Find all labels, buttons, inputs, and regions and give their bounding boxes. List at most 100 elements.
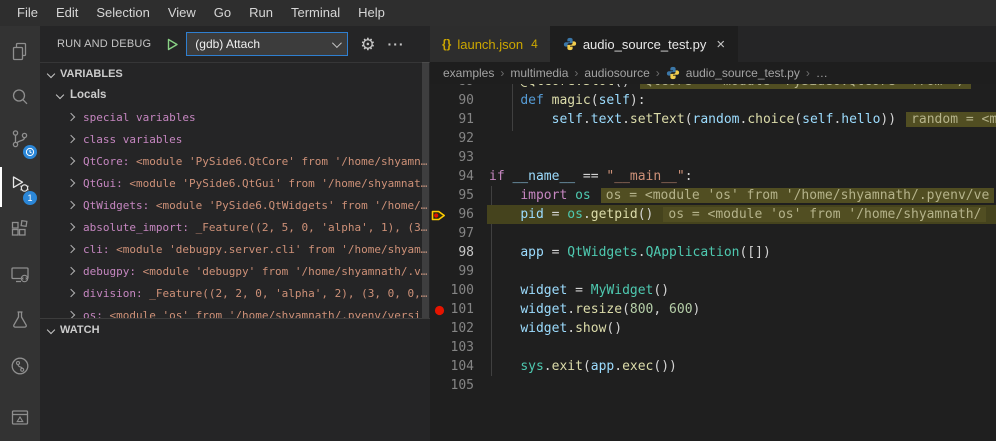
code-line-105: 105: [430, 376, 996, 395]
panel-warning-button[interactable]: [0, 400, 40, 440]
gear-icon[interactable]: ⚙: [360, 36, 375, 53]
code-text[interactable]: pid = os.getpid() os = <module 'os' from …: [487, 205, 996, 224]
code-text[interactable]: if __name__ == "__main__":: [487, 167, 996, 186]
circle-branch-button[interactable]: [0, 348, 40, 388]
code-text[interactable]: app = QtWidgets.QApplication([]): [487, 243, 996, 262]
line-number: 90: [458, 93, 474, 108]
explorer-button[interactable]: [0, 34, 40, 74]
breadcrumb: examples › multimedia › audiosource › audio_so…: [430, 62, 996, 84]
close-icon[interactable]: ×: [716, 36, 725, 53]
code-line-104: 104 sys.exit(app.exec()): [430, 357, 996, 376]
code-text[interactable]: import os os = <module 'os' from '/home/s…: [487, 186, 996, 205]
code-line-97: 97: [430, 224, 996, 243]
start-debugging-icon[interactable]: [165, 37, 180, 52]
line-number: 99: [458, 264, 474, 279]
code-line-103: 103: [430, 338, 996, 357]
remote-explorer-icon: [8, 263, 32, 292]
json-icon: {}: [442, 37, 452, 51]
variable-row[interactable]: class variables: [40, 128, 430, 150]
breadcrumb-item[interactable]: audio_source_test.py: [684, 66, 802, 80]
code-editor[interactable]: 89 @QtCore.Slot()QtCore = <module 'PySid…: [430, 72, 996, 395]
chevron-right-icon: [66, 266, 76, 276]
breakpoint-icon[interactable]: [431, 302, 447, 318]
variable-row[interactable]: QtWidgets: <module 'PySide6.QtWidgets' f…: [40, 194, 430, 216]
variable-row[interactable]: debugpy: <module 'debugpy' from '/home/s…: [40, 260, 430, 282]
variable-row[interactable]: absolute_import: _Feature((2, 5, 0, 'alp…: [40, 216, 430, 238]
code-line-96: 96 pid = os.getpid() os = <module 'os' fr…: [430, 205, 996, 224]
variable-group-label: special variables: [83, 110, 196, 124]
variable-row[interactable]: os: <module 'os' from '/home/shyamnath/.…: [40, 304, 430, 318]
menu-item-selection[interactable]: Selection: [87, 0, 158, 26]
chevron-down-icon: [55, 90, 65, 100]
variable-value: <module 'PySide6.QtCore' from '/home/shy…: [135, 154, 428, 168]
chevron-right-icon: [66, 244, 76, 254]
variable-row[interactable]: cli: <module 'debugpy.server.cli' from '…: [40, 238, 430, 260]
extensions-icon: [8, 218, 32, 247]
source-control-button[interactable]: [0, 121, 40, 161]
variable-name: QtWidgets:: [83, 198, 150, 212]
debug-config-dropdown[interactable]: (gdb) Attach: [186, 32, 349, 56]
python-icon: [666, 66, 680, 80]
code-line-90: 90 def magic(self):: [430, 91, 996, 110]
code-text[interactable]: widget.resize(800, 600): [487, 300, 996, 319]
sidebar-header: RUN AND DEBUG (gdb) Attach ⚙ ···: [40, 26, 430, 62]
breadcrumb-item[interactable]: examples: [441, 66, 496, 80]
tab-launch.json[interactable]: {} launch.json 4: [430, 26, 551, 62]
variable-row[interactable]: QtCore: <module 'PySide6.QtCore' from '/…: [40, 150, 430, 172]
variable-row[interactable]: special variables: [40, 106, 430, 128]
run-and-debug-button[interactable]: 1: [0, 167, 40, 207]
menu-item-help[interactable]: Help: [349, 0, 394, 26]
panel-warning-icon: [8, 406, 32, 435]
menu-item-run[interactable]: Run: [240, 0, 282, 26]
menu-item-view[interactable]: View: [159, 0, 205, 26]
chevron-down-icon: [46, 69, 56, 78]
code-text[interactable]: sys.exit(app.exec()): [487, 357, 996, 376]
breadcrumb-item[interactable]: …: [814, 66, 830, 80]
menu-item-terminal[interactable]: Terminal: [282, 0, 349, 26]
breadcrumb-item[interactable]: audiosource: [582, 66, 651, 80]
sidebar-scrollbar[interactable]: [422, 62, 429, 318]
breadcrumb-item[interactable]: multimedia: [508, 66, 570, 80]
code-line-93: 93: [430, 148, 996, 167]
sidebar-title: RUN AND DEBUG: [57, 38, 152, 50]
tab-audio_source_test.py[interactable]: audio_source_test.py ×: [550, 26, 739, 62]
line-number: 92: [458, 131, 474, 146]
more-actions-icon[interactable]: ···: [388, 36, 405, 52]
watch-section-header[interactable]: WATCH: [40, 318, 430, 340]
code-text[interactable]: widget.show(): [487, 319, 996, 338]
chevron-right-icon: [66, 134, 76, 144]
variables-section-header[interactable]: VARIABLES: [40, 62, 430, 84]
sidebar-run-and-debug: RUN AND DEBUG (gdb) Attach ⚙ ··· VARIABL…: [40, 26, 430, 441]
debug-pointer-icon[interactable]: [431, 207, 447, 223]
variable-value: <module 'PySide6.QtGui' from '/home/shya…: [129, 176, 428, 190]
search-button[interactable]: [0, 79, 40, 119]
variable-row[interactable]: QtGui: <module 'PySide6.QtGui' from '/ho…: [40, 172, 430, 194]
code-line-94: 94 if __name__ == "__main__":: [430, 167, 996, 186]
menu-item-edit[interactable]: Edit: [47, 0, 87, 26]
variable-value: _Feature((2, 5, 0, 'alpha', 1), (3…: [195, 220, 428, 234]
line-number: 103: [450, 340, 474, 355]
extensions-button[interactable]: [0, 212, 40, 252]
activity-bar: 1: [0, 26, 40, 441]
line-number: 104: [450, 359, 474, 374]
menu-item-go[interactable]: Go: [205, 0, 240, 26]
line-number: 100: [450, 283, 474, 298]
inline-debug-value: random = <module 'random' from: [906, 112, 996, 127]
tab-warning-badge: 4: [531, 37, 538, 51]
variable-row[interactable]: division: _Feature((2, 2, 0, 'alpha', 2)…: [40, 282, 430, 304]
remote-explorer-button[interactable]: [0, 257, 40, 297]
menu-item-file[interactable]: File: [8, 0, 47, 26]
code-text[interactable]: self.text.setText(random.choice(self.hel…: [487, 110, 996, 129]
vscode-window: File Edit Selection View Go Run Terminal Help 1…: [0, 0, 996, 441]
testing-icon: [8, 308, 32, 337]
search-icon: [8, 85, 32, 114]
code-text[interactable]: widget = MyWidget(): [487, 281, 996, 300]
tab-label: launch.json: [457, 36, 524, 52]
breadcrumb-separator: ›: [805, 66, 810, 80]
scope-label: Locals: [70, 89, 107, 101]
code-line-91: 91 self.text.setText(random.choice(self.…: [430, 110, 996, 129]
variables-scope-row[interactable]: Locals: [40, 84, 430, 106]
variables-tree: Locals special variables class variables Qt…: [40, 84, 430, 318]
code-text[interactable]: def magic(self):: [487, 91, 996, 110]
testing-button[interactable]: [0, 302, 40, 342]
